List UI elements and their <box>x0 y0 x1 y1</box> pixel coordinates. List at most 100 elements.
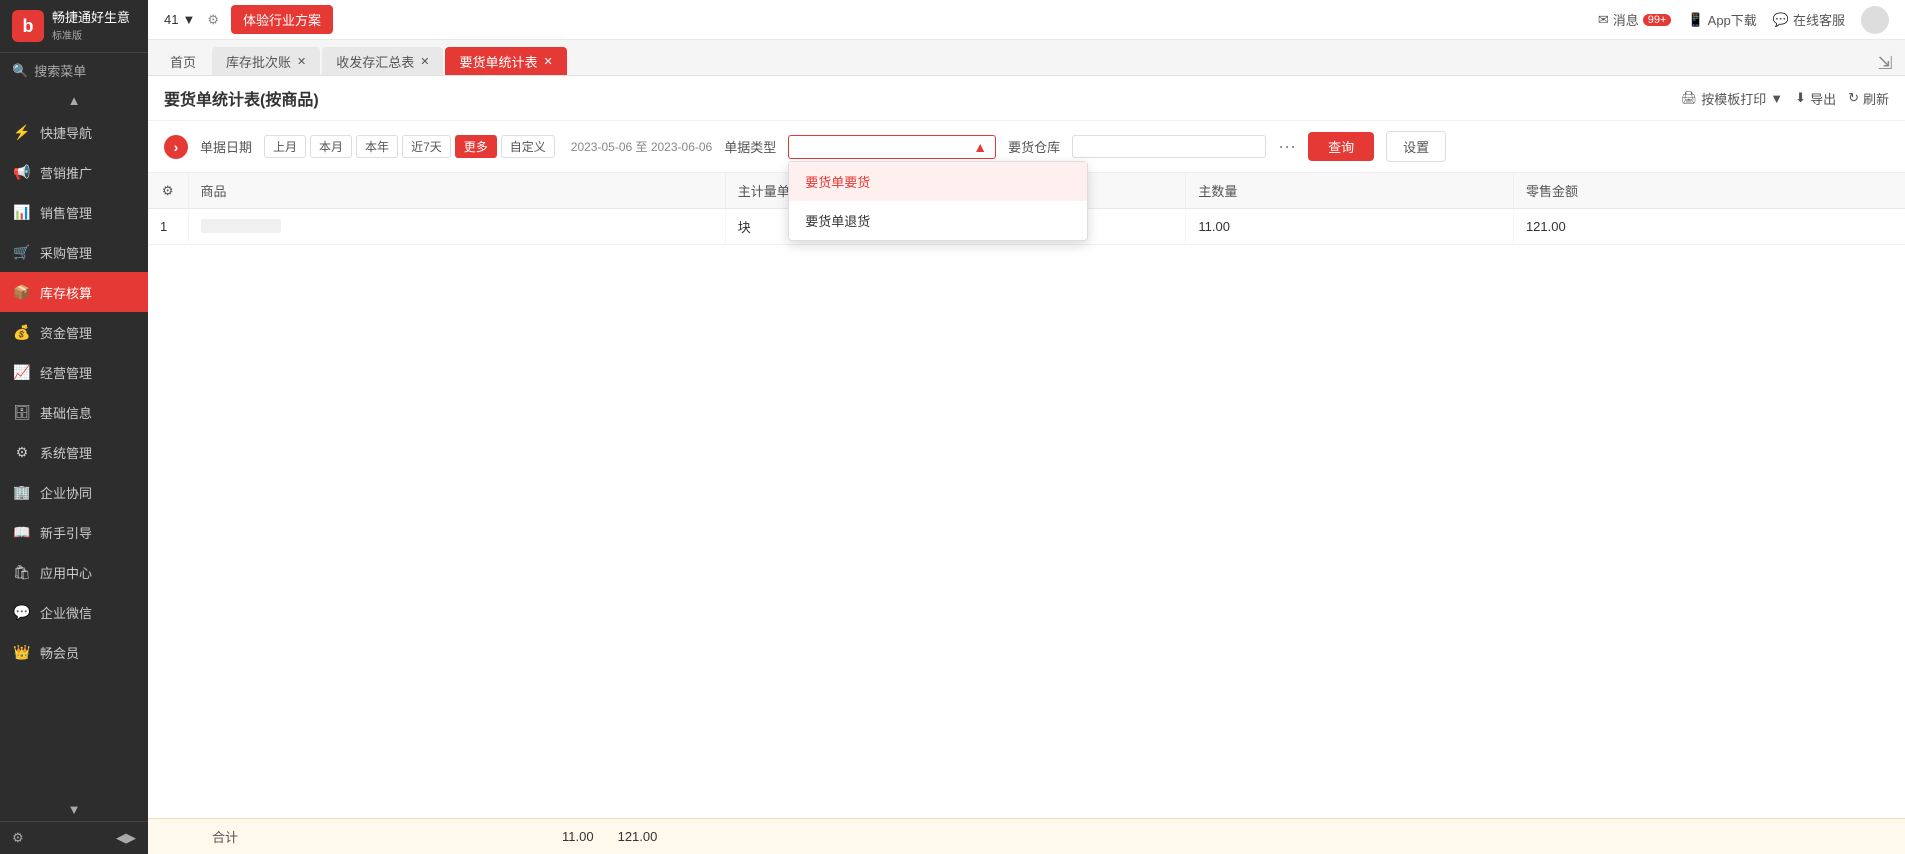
sidebar-footer: ⚙ ◀▶ <box>0 821 148 854</box>
sidebar-item-yingxiao[interactable]: 📢 营销推广 <box>0 152 148 192</box>
sidebar-item-jingying[interactable]: 📈 经营管理 <box>0 352 148 392</box>
store-dropdown-icon: ▼ <box>182 12 195 27</box>
date-btn-shangyue[interactable]: 上月 <box>264 135 306 158</box>
date-btn-zidingyi[interactable]: 自定义 <box>501 135 555 158</box>
tab-kucun-pici[interactable]: 库存批次账 ✕ <box>212 47 320 75</box>
kucun-icon: 📦 <box>12 282 32 302</box>
warehouse-input[interactable] <box>1072 135 1266 158</box>
date-filter-label: 单据日期 <box>200 137 252 156</box>
huiyuan-icon: 👑 <box>12 642 32 662</box>
tab-home-label: 首页 <box>170 52 196 71</box>
dropdown-item-tuihuo-label: 要货单退货 <box>805 214 870 229</box>
yingyong-icon: 🛍 <box>12 562 32 582</box>
online-service-label: 在线客服 <box>1793 10 1845 29</box>
sidebar-item-xiaoshou[interactable]: 📊 销售管理 <box>0 192 148 232</box>
app-download-icon: 📱 <box>1687 12 1703 28</box>
sidebar-logo: b 畅捷通好生意 标准版 <box>0 0 148 53</box>
type-chevron-up-icon[interactable]: ▲ <box>973 139 987 155</box>
jingying-icon: 📈 <box>12 362 32 382</box>
huiyuan-label: 畅会员 <box>40 643 79 662</box>
sidebar-item-caigou[interactable]: 🛒 采购管理 <box>0 232 148 272</box>
filter-more-icon[interactable]: ··· <box>1278 136 1296 157</box>
date-btn-jin7tian[interactable]: 近7天 <box>402 135 451 158</box>
header-settings-icon[interactable]: ⚙ <box>207 12 219 28</box>
jingying-label: 经营管理 <box>40 363 92 382</box>
sidebar-item-jichu[interactable]: 🗄 基础信息 <box>0 392 148 432</box>
footer-retail-amount: 121.00 <box>606 829 670 844</box>
tab-shoufa-cun[interactable]: 收发存汇总表 ✕ <box>322 47 443 75</box>
sidebar-scroll-down[interactable]: ▼ <box>0 797 148 821</box>
type-select[interactable]: ▲ <box>788 135 996 159</box>
tab-home[interactable]: 首页 <box>156 47 210 75</box>
sidebar-item-qiye[interactable]: 🏢 企业协同 <box>0 472 148 512</box>
filter-expand-btn[interactable]: › <box>164 135 188 159</box>
sidebar-scroll-up[interactable]: ▲ <box>0 88 148 112</box>
wechat-label: 企业微信 <box>40 603 92 622</box>
sidebar: b 畅捷通好生意 标准版 🔍 搜索菜单 ▲ ⚡ 快捷导航 📢 营销推广 📊 销售… <box>0 0 148 854</box>
date-btn-bennian[interactable]: 本年 <box>356 135 398 158</box>
sidebar-item-kucun[interactable]: 📦 库存核算 <box>0 272 148 312</box>
sidebar-item-huiyuan[interactable]: 👑 畅会员 <box>0 632 148 672</box>
xiaoshou-icon: 📊 <box>12 202 32 222</box>
sidebar-collapse-icon[interactable]: ◀▶ <box>116 830 136 846</box>
type-dropdown: 要货单要货 要货单退货 <box>788 161 1088 241</box>
export-action[interactable]: ⬇ 导出 <box>1795 89 1836 108</box>
print-action[interactable]: 🖨 按模板打印 ▼ <box>1681 89 1783 108</box>
table-container: ⚙ 商品 主计量单位 主数量 零售金额 <box>148 173 1905 818</box>
store-selector[interactable]: 41 ▼ <box>164 12 195 27</box>
app-download-label: App下载 <box>1708 10 1757 29</box>
jichu-icon: 🗄 <box>12 402 32 422</box>
app-download-action[interactable]: 📱 App下载 <box>1687 10 1756 29</box>
export-label: 导出 <box>1810 89 1836 108</box>
print-dropdown-icon: ▼ <box>1770 91 1783 106</box>
tab-yaohuo-tongji[interactable]: 要货单统计表 ✕ <box>445 47 566 75</box>
table-settings-icon[interactable]: ⚙ <box>162 183 174 199</box>
sidebar-search[interactable]: 🔍 搜索菜单 <box>0 53 148 88</box>
sidebar-item-wechat[interactable]: 💬 企业微信 <box>0 592 148 632</box>
warehouse-filter-label: 要货仓库 <box>1008 137 1060 156</box>
settings-btn[interactable]: 设置 <box>1386 131 1446 162</box>
refresh-action[interactable]: ↻ 刷新 <box>1848 89 1889 108</box>
tab-expand-btn[interactable]: ⇲ <box>1873 51 1897 75</box>
xitong-icon: ⚙ <box>12 442 32 462</box>
messages-action[interactable]: ✉ 消息 99+ <box>1598 10 1672 29</box>
messages-icon: ✉ <box>1598 12 1609 28</box>
search-icon: 🔍 <box>12 63 28 79</box>
filter-bar: › 单据日期 上月 本月 本年 近7天 更多 自定义 2023-05-06 至 … <box>148 121 1905 173</box>
sidebar-settings-icon[interactable]: ⚙ <box>12 830 24 846</box>
qiye-label: 企业协同 <box>40 483 92 502</box>
col-product: 商品 <box>188 173 725 209</box>
sidebar-item-zijin[interactable]: 💰 资金管理 <box>0 312 148 352</box>
yingxiao-icon: 📢 <box>12 162 32 182</box>
footer-label: 合计 <box>200 827 250 846</box>
top-header-right: ✉ 消息 99+ 📱 App下载 💬 在线客服 <box>1598 6 1889 34</box>
type-filter-label: 单据类型 <box>724 137 776 156</box>
date-btn-benyue[interactable]: 本月 <box>310 135 352 158</box>
col-quantity-label: 主数量 <box>1198 184 1237 199</box>
row-quantity: 11.00 <box>1186 209 1514 245</box>
yingxiao-label: 营销推广 <box>40 163 92 182</box>
sidebar-item-kuaijie[interactable]: ⚡ 快捷导航 <box>0 112 148 152</box>
dropdown-item-tuihuo[interactable]: 要货单退货 <box>789 201 1087 240</box>
trial-btn[interactable]: 体验行业方案 <box>231 5 333 34</box>
date-options: 上月 本月 本年 近7天 更多 自定义 <box>264 135 555 158</box>
type-input[interactable] <box>797 139 973 154</box>
tab-yaohuo-tongji-close[interactable]: ✕ <box>544 55 553 68</box>
sidebar-item-xinshou[interactable]: 📖 新手引导 <box>0 512 148 552</box>
sidebar-item-yingyong[interactable]: 🛍 应用中心 <box>0 552 148 592</box>
online-service-action[interactable]: 💬 在线客服 <box>1773 10 1845 29</box>
row-retail-amount: 121.00 <box>1513 209 1905 245</box>
app-name: 畅捷通好生意 <box>52 10 130 27</box>
dropdown-item-yaohuo[interactable]: 要货单要货 <box>789 162 1087 201</box>
tab-shoufa-cun-close[interactable]: ✕ <box>420 55 429 68</box>
user-avatar[interactable] <box>1861 6 1889 34</box>
sidebar-item-xitong[interactable]: ⚙ 系统管理 <box>0 432 148 472</box>
kucun-label: 库存核算 <box>40 283 92 302</box>
date-btn-more[interactable]: 更多 <box>455 135 497 158</box>
messages-label: 消息 <box>1613 10 1639 29</box>
row-index: 1 <box>148 209 188 245</box>
kuaijie-icon: ⚡ <box>12 122 32 142</box>
footer-quantity: 11.00 <box>550 829 606 844</box>
query-btn[interactable]: 查询 <box>1308 132 1374 161</box>
tab-kucun-pici-close[interactable]: ✕ <box>297 55 306 68</box>
